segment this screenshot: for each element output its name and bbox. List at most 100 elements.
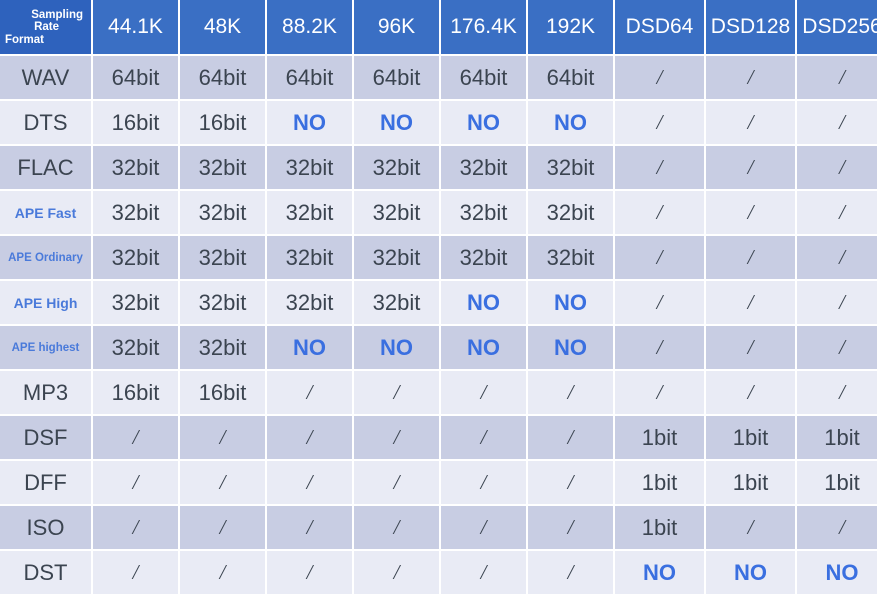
table-row: ISO / / / / //1bit / / [0, 506, 877, 549]
cell-value: NO [354, 101, 439, 144]
corner-header-line-rate: Rate [34, 21, 59, 34]
cell-value: 32bit [528, 236, 613, 279]
cell-value: / [441, 416, 526, 459]
cell-value: / [797, 101, 877, 144]
cell-value: NO [441, 101, 526, 144]
cell-value: NO [441, 281, 526, 324]
cell-value: / [615, 56, 704, 99]
cell-value: NO [441, 326, 526, 369]
cell-value: / [528, 551, 613, 594]
row-header-label: DFF [0, 461, 91, 504]
cell-value: / [528, 506, 613, 549]
header-row: Sampling Rate Format 44.1K 48K 88.2K 96K… [0, 0, 877, 54]
cell-value: / [797, 506, 877, 549]
row-header-label: ISO [0, 506, 91, 549]
table-row: DFF / / / / //1bit 1bit 1bit [0, 461, 877, 504]
cell-value: 32bit [354, 236, 439, 279]
row-header-label: DSF [0, 416, 91, 459]
cell-value: / [180, 461, 265, 504]
corner-header-line-sampling: Sampling [31, 8, 83, 21]
cell-value: 64bit [528, 56, 613, 99]
cell-value: / [797, 191, 877, 234]
cell-value: 1bit [615, 506, 704, 549]
cell-value: 64bit [93, 56, 178, 99]
cell-value: / [797, 371, 877, 414]
cell-value: / [354, 551, 439, 594]
cell-value: 32bit [267, 281, 352, 324]
column-header-48k: 48K [180, 0, 265, 54]
column-header-44-1k: 44.1K [93, 0, 178, 54]
cell-value: 1bit [797, 461, 877, 504]
row-header-label: APE Fast [0, 191, 91, 234]
cell-value: NO [354, 326, 439, 369]
cell-value: 32bit [93, 146, 178, 189]
cell-value: / [441, 551, 526, 594]
cell-value: 32bit [528, 146, 613, 189]
cell-value: / [615, 146, 704, 189]
cell-value: 1bit [615, 416, 704, 459]
cell-value: 32bit [180, 326, 265, 369]
cell-value: / [93, 461, 178, 504]
row-header-label: MP3 [0, 371, 91, 414]
table-row: WAV 64bit 64bit 64bit 64bit 64bit 64bit / / / [0, 56, 877, 99]
cell-value: 32bit [354, 146, 439, 189]
cell-value: 32bit [267, 146, 352, 189]
row-header-label: WAV [0, 56, 91, 99]
cell-value: / [354, 506, 439, 549]
cell-value: 1bit [706, 416, 795, 459]
cell-value: 32bit [354, 191, 439, 234]
cell-value: / [267, 461, 352, 504]
cell-value: NO [615, 551, 704, 594]
cell-value: / [797, 281, 877, 324]
cell-value: / [706, 56, 795, 99]
cell-value: NO [267, 326, 352, 369]
cell-value: / [267, 551, 352, 594]
cell-value: / [615, 236, 704, 279]
table-row: APE Fast 32bit 32bit 32bit 32bit 32bit 32bit / /… [0, 191, 877, 234]
cell-value: / [441, 506, 526, 549]
cell-value: 1bit [706, 461, 795, 504]
cell-value: / [706, 146, 795, 189]
cell-value: 1bit [797, 416, 877, 459]
cell-value: 32bit [180, 236, 265, 279]
cell-value: / [797, 146, 877, 189]
column-header-192k: 192K [528, 0, 613, 54]
table-row: APE highest 32bit 32bit NO NO NO NO / / / [0, 326, 877, 369]
column-header-96k: 96K [354, 0, 439, 54]
row-header-label: APE highest [0, 326, 91, 369]
cell-value: 32bit [93, 236, 178, 279]
table-row: DST / / / / / / NO NO NO [0, 551, 877, 594]
row-header-label: FLAC [0, 146, 91, 189]
cell-value: / [180, 551, 265, 594]
column-header-176-4k: 176.4K [441, 0, 526, 54]
cell-value: 32bit [441, 191, 526, 234]
cell-value: / [615, 191, 704, 234]
cell-value: NO [706, 551, 795, 594]
cell-value: 64bit [354, 56, 439, 99]
row-header-label: DTS [0, 101, 91, 144]
column-header-dsd256: DSD256 [797, 0, 877, 54]
table-body: WAV 64bit 64bit 64bit 64bit 64bit 64bit / / / DTS 1… [0, 56, 877, 594]
cell-value: 32bit [441, 146, 526, 189]
cell-value: 32bit [93, 326, 178, 369]
cell-value: / [267, 416, 352, 459]
cell-value: 1bit [615, 461, 704, 504]
cell-value: 32bit [180, 191, 265, 234]
cell-value: 32bit [180, 146, 265, 189]
corner-header-line-format: Format [5, 33, 44, 46]
column-header-dsd64: DSD64 [615, 0, 704, 54]
cell-value: 32bit [267, 191, 352, 234]
cell-value: / [354, 461, 439, 504]
cell-value: / [180, 506, 265, 549]
cell-value: / [615, 101, 704, 144]
cell-value: NO [528, 101, 613, 144]
table-row: DSF / / / / //1bit 1bit 1bit [0, 416, 877, 459]
cell-value: 64bit [267, 56, 352, 99]
cell-value: 32bit [267, 236, 352, 279]
cell-value: / [93, 416, 178, 459]
cell-value: NO [267, 101, 352, 144]
row-header-label: APE High [0, 281, 91, 324]
cell-value: 32bit [93, 281, 178, 324]
compatibility-table-container: Sampling Rate Format 44.1K 48K 88.2K 96K… [0, 0, 877, 604]
cell-value: / [528, 416, 613, 459]
